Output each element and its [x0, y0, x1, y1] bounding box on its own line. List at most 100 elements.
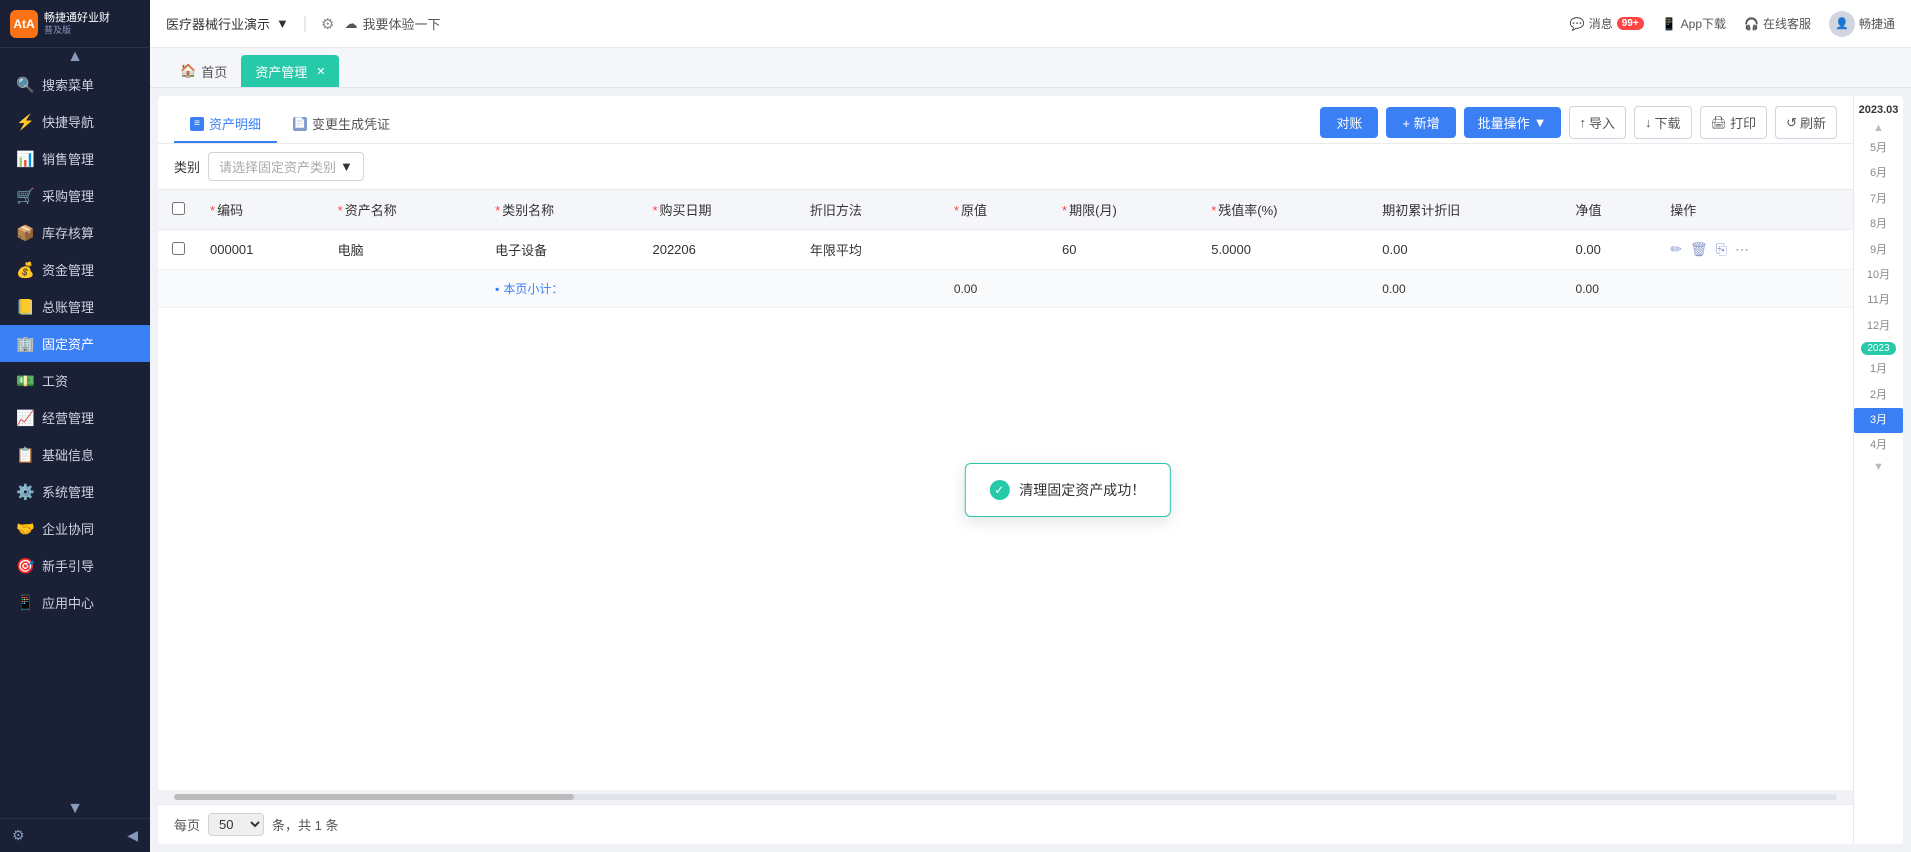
sidebar-item-salary[interactable]: 💵 工资: [0, 362, 150, 399]
system-icon: ⚙️: [16, 483, 34, 501]
timeline-item-oct[interactable]: 10月: [1854, 263, 1903, 288]
timeline-item-sep[interactable]: 9月: [1854, 238, 1903, 263]
row-category: 电子设备: [483, 230, 640, 270]
experience-cloud-icon: ☁: [345, 16, 358, 32]
th-residual-rate: 残值率(%): [1199, 190, 1370, 230]
copy-icon[interactable]: ⎘: [1716, 241, 1727, 258]
sidebar-item-cooperation[interactable]: 🤝 企业协同: [0, 510, 150, 547]
sub-tab-change-voucher[interactable]: 📄 变更生成凭证: [277, 106, 406, 143]
sub-tab-asset-detail[interactable]: ≡ 资产明细: [174, 106, 277, 143]
support-icon: 🎧: [1744, 17, 1759, 31]
sidebar-scroll-down[interactable]: ▼: [0, 800, 150, 818]
table-row: 000001 电脑 电子设备 202206 年限平均 60 5.0000 0.0…: [158, 230, 1853, 270]
sidebar-item-label: 采购管理: [42, 186, 94, 205]
new-button[interactable]: + 新增: [1386, 107, 1455, 138]
per-page-select[interactable]: 50 100: [208, 813, 264, 836]
batch-button[interactable]: 批量操作 ▼: [1464, 107, 1561, 138]
new-label: + 新增: [1402, 113, 1439, 132]
subtotal-empty-6: [1658, 270, 1853, 308]
online-support-btn[interactable]: 🎧 在线客服: [1744, 15, 1811, 32]
more-icon[interactable]: ⋯: [1735, 241, 1749, 258]
filter-chevron-icon: ▼: [340, 159, 353, 174]
delete-icon[interactable]: 🗑: [1690, 241, 1708, 258]
sidebar-item-guide[interactable]: 🎯 新手引导: [0, 547, 150, 584]
timeline-item-mar[interactable]: 3月: [1854, 408, 1903, 433]
sidebar-item-inventory[interactable]: 📦 库存核算: [0, 214, 150, 251]
sidebar-item-app-center[interactable]: 📱 应用中心: [0, 584, 150, 621]
sidebar-item-sales[interactable]: 📊 销售管理: [0, 140, 150, 177]
quick-nav-icon: ⚡: [16, 113, 34, 131]
timeline-item-nov[interactable]: 11月: [1854, 288, 1903, 313]
sidebar-item-finance[interactable]: 💰 资金管理: [0, 251, 150, 288]
subtotal-label-cell: ▪ 本页小计：: [483, 270, 942, 308]
collapse-icon[interactable]: ◀: [127, 827, 138, 844]
timeline-item-jul[interactable]: 7月: [1854, 187, 1903, 212]
print-button[interactable]: 🖨 打印: [1700, 106, 1768, 139]
select-all-checkbox[interactable]: [172, 202, 185, 215]
timeline-item-aug[interactable]: 8月: [1854, 212, 1903, 237]
timeline-down-arrow[interactable]: ▼: [1871, 459, 1886, 475]
tab-asset-mgmt[interactable]: 资产管理 ✕: [241, 55, 339, 87]
table-scrollbar[interactable]: [158, 790, 1853, 804]
basic-info-icon: 📋: [16, 446, 34, 464]
tab-close-icon[interactable]: ✕: [316, 65, 325, 78]
sub-tab-change-voucher-label: 变更生成凭证: [312, 114, 390, 133]
experience-btn[interactable]: ☁ 我要体验一下: [345, 14, 441, 33]
sidebar-item-operations[interactable]: 📈 经营管理: [0, 399, 150, 436]
message-icon: 💬: [1570, 17, 1585, 31]
tab-home-label: 首页: [201, 62, 227, 81]
sidebar-item-basic-info[interactable]: 📋 基础信息: [0, 436, 150, 473]
timeline-item-may[interactable]: 5月: [1854, 136, 1903, 161]
scroll-thumb[interactable]: [174, 794, 574, 800]
row-code: 000001: [198, 230, 326, 270]
success-check-icon: ✓: [989, 480, 1009, 500]
message-btn[interactable]: 💬 消息 99+: [1570, 15, 1644, 32]
download-button[interactable]: ↓ 下载: [1634, 106, 1692, 139]
row-checkbox[interactable]: [172, 242, 185, 255]
sidebar-item-purchase[interactable]: 🛒 采购管理: [0, 177, 150, 214]
sidebar-item-fixed-assets[interactable]: 🏢 固定资产: [0, 325, 150, 362]
settings-icon[interactable]: ⚙: [12, 827, 25, 844]
settings-gear-icon[interactable]: ⚙: [321, 15, 334, 33]
refresh-button[interactable]: ↺ 刷新: [1775, 106, 1837, 139]
online-support-label: 在线客服: [1763, 15, 1811, 32]
row-actions: ✏ 🗑 ⎘ ⋯: [1670, 241, 1841, 258]
refresh-label: 刷新: [1800, 113, 1826, 132]
row-name: 电脑: [326, 230, 483, 270]
row-net-value: 0.00: [1564, 230, 1659, 270]
category-filter-select[interactable]: 请选择固定资产类别 ▼: [208, 152, 364, 181]
user-profile-btn[interactable]: 👤 畅捷通: [1829, 11, 1895, 37]
batch-chevron-icon: ▼: [1534, 115, 1547, 130]
download-icon: ↓: [1645, 115, 1652, 130]
th-period: 期限(月): [1050, 190, 1199, 230]
company-selector[interactable]: 医疗器械行业演示 ▼: [166, 14, 289, 33]
sidebar: AtA 畅捷通好业财 普及版 ▲ 🔍 搜索菜单 ⚡ 快捷导航 📊 销售管理 🛒 …: [0, 0, 150, 852]
sidebar-header: AtA 畅捷通好业财 普及版: [0, 0, 150, 48]
table-header: 编码 资产名称 类别名称 购买日期 折旧方法 原值 期限(月) 残值率(%) 期…: [158, 190, 1853, 230]
app-download-btn[interactable]: 📱 App下载: [1662, 15, 1726, 32]
total-label: 条，共 1 条: [272, 815, 338, 834]
timeline-up-arrow[interactable]: ▲: [1871, 120, 1886, 136]
sidebar-item-label: 基础信息: [42, 445, 94, 464]
timeline-item-feb[interactable]: 2月: [1854, 383, 1903, 408]
th-depreciation-method: 折旧方法: [798, 190, 942, 230]
import-button[interactable]: ↑ 导入: [1569, 106, 1627, 139]
filter-bar: 类别 请选择固定资产类别 ▼: [158, 144, 1853, 190]
edit-icon[interactable]: ✏: [1670, 241, 1682, 258]
scroll-track[interactable]: [174, 794, 1837, 800]
timeline-item-dec[interactable]: 12月: [1854, 314, 1903, 339]
sidebar-item-system[interactable]: ⚙️ 系统管理: [0, 473, 150, 510]
reconcile-button[interactable]: 对账: [1320, 107, 1378, 138]
sidebar-scroll-up[interactable]: ▲: [0, 48, 150, 66]
sidebar-item-ledger[interactable]: 📒 总账管理: [0, 288, 150, 325]
sidebar-item-search[interactable]: 🔍 搜索菜单: [0, 66, 150, 103]
row-purchase-date: 202206: [640, 230, 797, 270]
sidebar-item-quick-nav[interactable]: ⚡ 快捷导航: [0, 103, 150, 140]
timeline-item-jan[interactable]: 1月: [1854, 357, 1903, 382]
sidebar-item-label: 快捷导航: [42, 112, 94, 131]
th-actions: 操作: [1658, 190, 1853, 230]
sidebar-item-label: 固定资产: [42, 334, 94, 353]
timeline-item-apr[interactable]: 4月: [1854, 433, 1903, 458]
tab-home[interactable]: 🏠 首页: [166, 55, 241, 87]
timeline-item-jun[interactable]: 6月: [1854, 161, 1903, 186]
